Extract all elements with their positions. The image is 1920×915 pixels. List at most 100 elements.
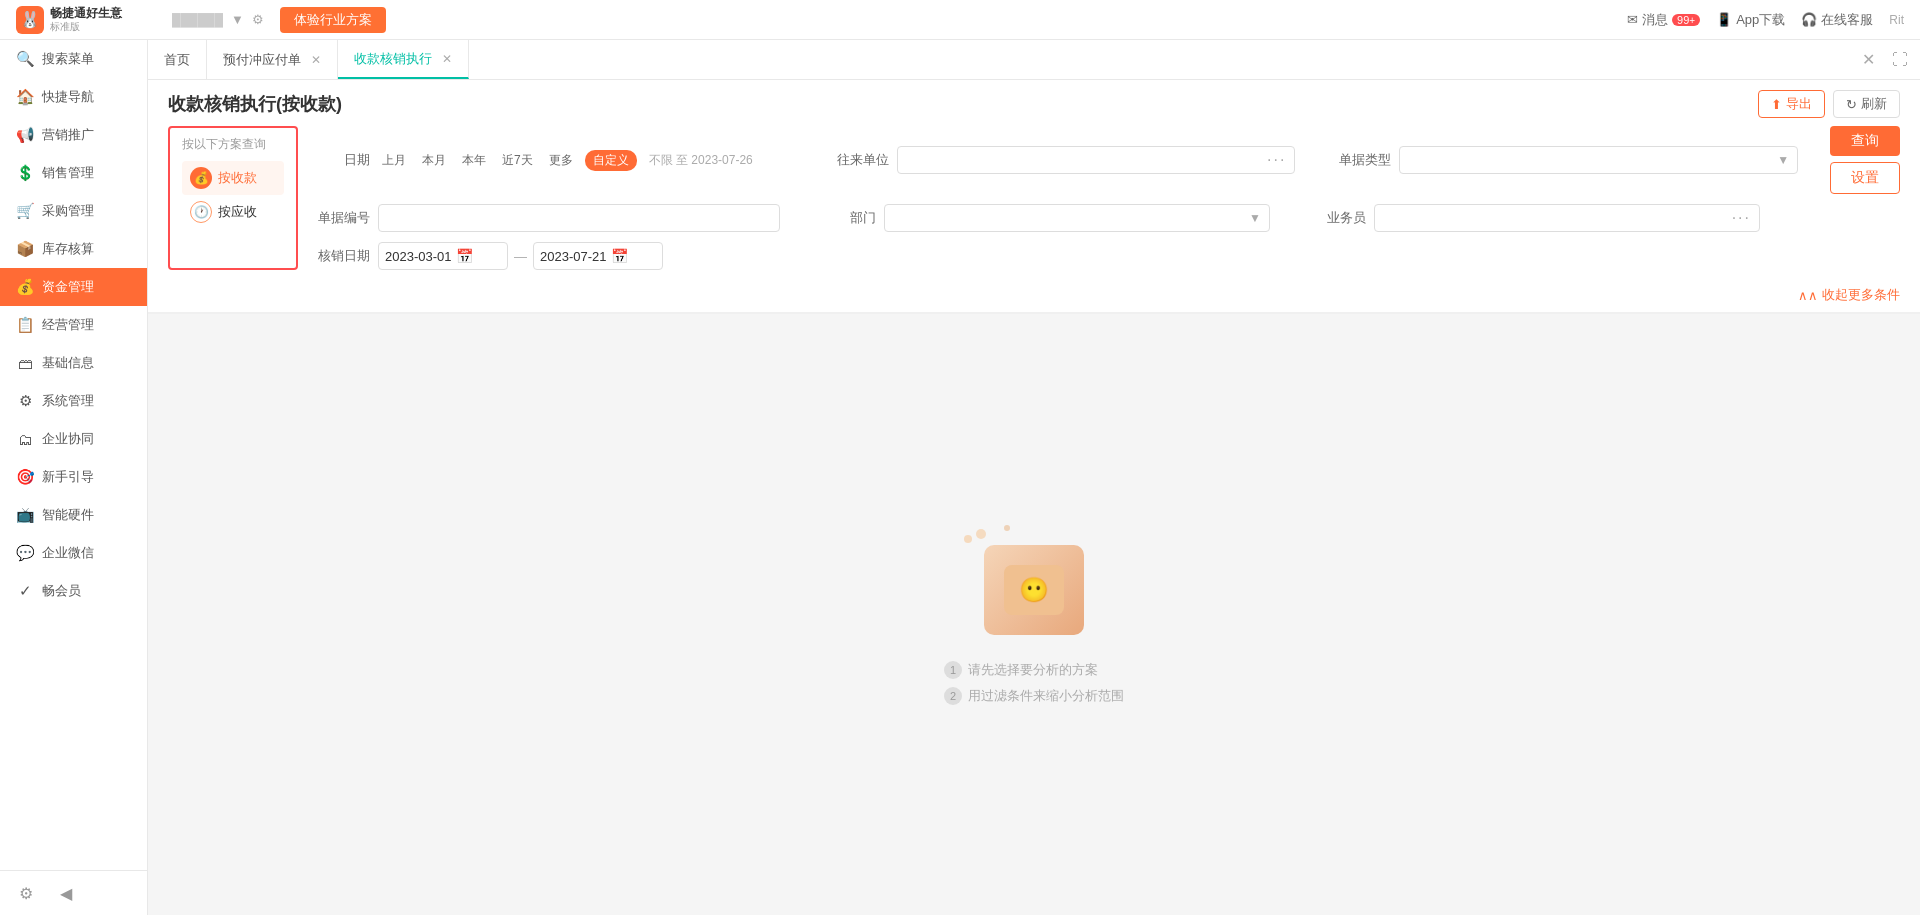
refresh-button[interactable]: ↻ 刷新 (1833, 90, 1900, 118)
sidebar-item-guide[interactable]: 🎯 新手引导 (0, 458, 147, 496)
hint-line-1: 1 请先选择要分析的方案 (944, 661, 1124, 679)
phone-icon: 📱 (1716, 12, 1732, 27)
collapse-up-icon: ∧∧ (1798, 288, 1818, 303)
filter-by-receivable-label: 按应收 (218, 203, 257, 221)
hint-text-1: 请先选择要分析的方案 (968, 661, 1098, 679)
sidebar-label-enterprise: 企业协同 (42, 430, 94, 448)
tab-prepay[interactable]: 预付冲应付单 ✕ (207, 40, 338, 79)
sidebar-item-search-menu[interactable]: 🔍 搜索菜单 (0, 40, 147, 78)
date-btn-custom[interactable]: 自定义 (585, 150, 637, 171)
empty-state: 😶 1 请先选择要分析的方案 2 用过滤条件来缩小分析范围 (148, 314, 1920, 915)
sidebar-item-hardware[interactable]: 📺 智能硬件 (0, 496, 147, 534)
doc-no-input[interactable] (378, 204, 780, 232)
filter-option-by-receivable[interactable]: 🕐 按应收 (182, 195, 284, 229)
verify-date-start-calendar-icon[interactable]: 📅 (456, 248, 473, 264)
page-header: 收款核销执行(按收款) ⬆ 导出 ↻ 刷新 (148, 80, 1920, 126)
sidebar-label-finance: 资金管理 (42, 278, 94, 296)
date-btn-this-month[interactable]: 本月 (418, 150, 450, 171)
gear-icon[interactable]: ⚙ (252, 12, 264, 27)
receivable-icon: 🕐 (190, 201, 212, 223)
doc-type-dropdown-icon[interactable]: ▼ (1777, 153, 1789, 167)
message-icon: ✉ (1627, 12, 1638, 27)
home-icon: 🏠 (16, 88, 34, 106)
top-title-area: ██████ ▼ ⚙ 体验行业方案 (164, 7, 1627, 33)
staff-more-icon[interactable]: ··· (1732, 209, 1751, 227)
verify-date-start-wrap: 2023-03-01 📅 (378, 242, 508, 270)
tab-home[interactable]: 首页 (148, 40, 207, 79)
setting-button[interactable]: 设置 (1830, 162, 1900, 194)
sidebar-item-basic-info[interactable]: 🗃 基础信息 (0, 344, 147, 382)
sidebar-item-member[interactable]: ✓ 畅会员 (0, 572, 147, 610)
tab-prepay-close[interactable]: ✕ (311, 53, 321, 67)
filter-by-receipt-label: 按收款 (218, 169, 257, 187)
filter-option-by-receipt[interactable]: 💰 按收款 (182, 161, 284, 195)
search-icon: 🔍 (16, 50, 34, 68)
verify-date-end-calendar-icon[interactable]: 📅 (611, 248, 628, 264)
customer-service-item[interactable]: 🎧 在线客服 (1801, 11, 1873, 29)
filter-row-3: 核销日期 2023-03-01 📅 — 2023-07-21 📅 (314, 242, 1900, 270)
dept-dropdown-icon[interactable]: ▼ (1249, 211, 1261, 225)
app-version: 标准版 (50, 21, 122, 33)
tab-expand-icon[interactable]: ⛶ (1888, 48, 1912, 72)
filter-group-staff: 业务员 ··· (1294, 204, 1760, 232)
sidebar-item-purchase[interactable]: 🛒 采购管理 (0, 192, 147, 230)
export-icon: ⬆ (1771, 97, 1782, 112)
dropdown-icon[interactable]: ▼ (231, 12, 244, 27)
purchase-icon: 🛒 (16, 202, 34, 220)
doc-type-label: 单据类型 (1319, 151, 1391, 169)
logo-icon: 🐰 (16, 6, 44, 34)
logo: 🐰 畅捷通好生意 标准版 (16, 6, 164, 34)
sidebar-item-inventory[interactable]: 📦 库存核算 (0, 230, 147, 268)
tab-receivable[interactable]: 收款核销执行 ✕ (338, 40, 469, 79)
settings-bottom-icon[interactable]: ⚙ (12, 879, 40, 907)
hardware-icon: 📺 (16, 506, 34, 524)
sidebar-label-basic-info: 基础信息 (42, 354, 94, 372)
empty-hints: 1 请先选择要分析的方案 2 用过滤条件来缩小分析范围 (944, 661, 1124, 705)
collapse-sidebar-icon[interactable]: ◀ (52, 879, 80, 907)
message-item[interactable]: ✉ 消息 99+ (1627, 11, 1700, 29)
operation-icon: 📋 (16, 316, 34, 334)
sidebar-item-system[interactable]: ⚙ 系统管理 (0, 382, 147, 420)
sidebar-item-marketing[interactable]: 📢 营销推广 (0, 116, 147, 154)
sidebar-item-wechat[interactable]: 💬 企业微信 (0, 534, 147, 572)
app-name: 畅捷通好生意 (50, 6, 122, 20)
sidebar-item-finance[interactable]: 💰 资金管理 (0, 268, 147, 306)
query-btn-group: 查询 设置 (1830, 126, 1900, 194)
empty-deco-2 (1004, 525, 1010, 531)
app-download-item[interactable]: 📱 App下载 (1716, 11, 1785, 29)
service-icon: 🎧 (1801, 12, 1817, 27)
date-label: 日期 (314, 151, 370, 169)
filter-collapse-row: ∧∧ 收起更多条件 (148, 282, 1920, 313)
export-button[interactable]: ⬆ 导出 (1758, 90, 1825, 118)
filter-group-verify-date: 核销日期 2023-03-01 📅 — 2023-07-21 📅 (314, 242, 794, 270)
wechat-icon: 💬 (16, 544, 34, 562)
content-area: 首页 预付冲应付单 ✕ 收款核销执行 ✕ ✕ ⛶ 收款核销执行(按收款) (148, 40, 1920, 915)
query-button[interactable]: 查询 (1830, 126, 1900, 156)
user-item[interactable]: Rit (1889, 13, 1904, 27)
marketing-icon: 📢 (16, 126, 34, 144)
empty-deco-3 (964, 535, 972, 543)
filter-group-doc-no: 单据编号 (314, 204, 780, 232)
finance-icon: 💰 (16, 278, 34, 296)
tab-bar-actions: ✕ ⛶ (1848, 40, 1920, 79)
filter-panel: 按以下方案查询 💰 按收款 🕐 按应收 (168, 126, 298, 270)
date-btn-7days[interactable]: 近7天 (498, 150, 537, 171)
collapse-label: 收起更多条件 (1822, 286, 1900, 304)
sidebar-label-search-menu: 搜索菜单 (42, 50, 94, 68)
tab-close-all-icon[interactable]: ✕ (1856, 48, 1880, 72)
date-btn-last-month[interactable]: 上月 (378, 150, 410, 171)
content-scroll: 收款核销执行(按收款) ⬆ 导出 ↻ 刷新 按以下方案查询 (148, 80, 1920, 915)
collapse-more-button[interactable]: ∧∧ 收起更多条件 (1798, 286, 1900, 304)
sidebar-item-operation[interactable]: 📋 经营管理 (0, 306, 147, 344)
tab-receivable-close[interactable]: ✕ (442, 52, 452, 66)
sidebar-item-sales[interactable]: 💲 销售管理 (0, 154, 147, 192)
date-btn-this-year[interactable]: 本年 (458, 150, 490, 171)
filter-fields: 日期 上月 本月 本年 近7天 更多 自定义 不限 至 2023-07-26 (314, 126, 1900, 270)
sidebar-item-enterprise[interactable]: 🗂 企业协同 (0, 420, 147, 458)
trial-solution-button[interactable]: 体验行业方案 (280, 7, 386, 33)
filter-group-date: 日期 上月 本月 本年 近7天 更多 自定义 不限 至 2023-07-26 (314, 150, 793, 171)
date-btn-more[interactable]: 更多 (545, 150, 577, 171)
page-actions: ⬆ 导出 ↻ 刷新 (1758, 90, 1900, 118)
sidebar-item-quick-nav[interactable]: 🏠 快捷导航 (0, 78, 147, 116)
counterpart-more-icon[interactable]: ··· (1267, 151, 1286, 169)
